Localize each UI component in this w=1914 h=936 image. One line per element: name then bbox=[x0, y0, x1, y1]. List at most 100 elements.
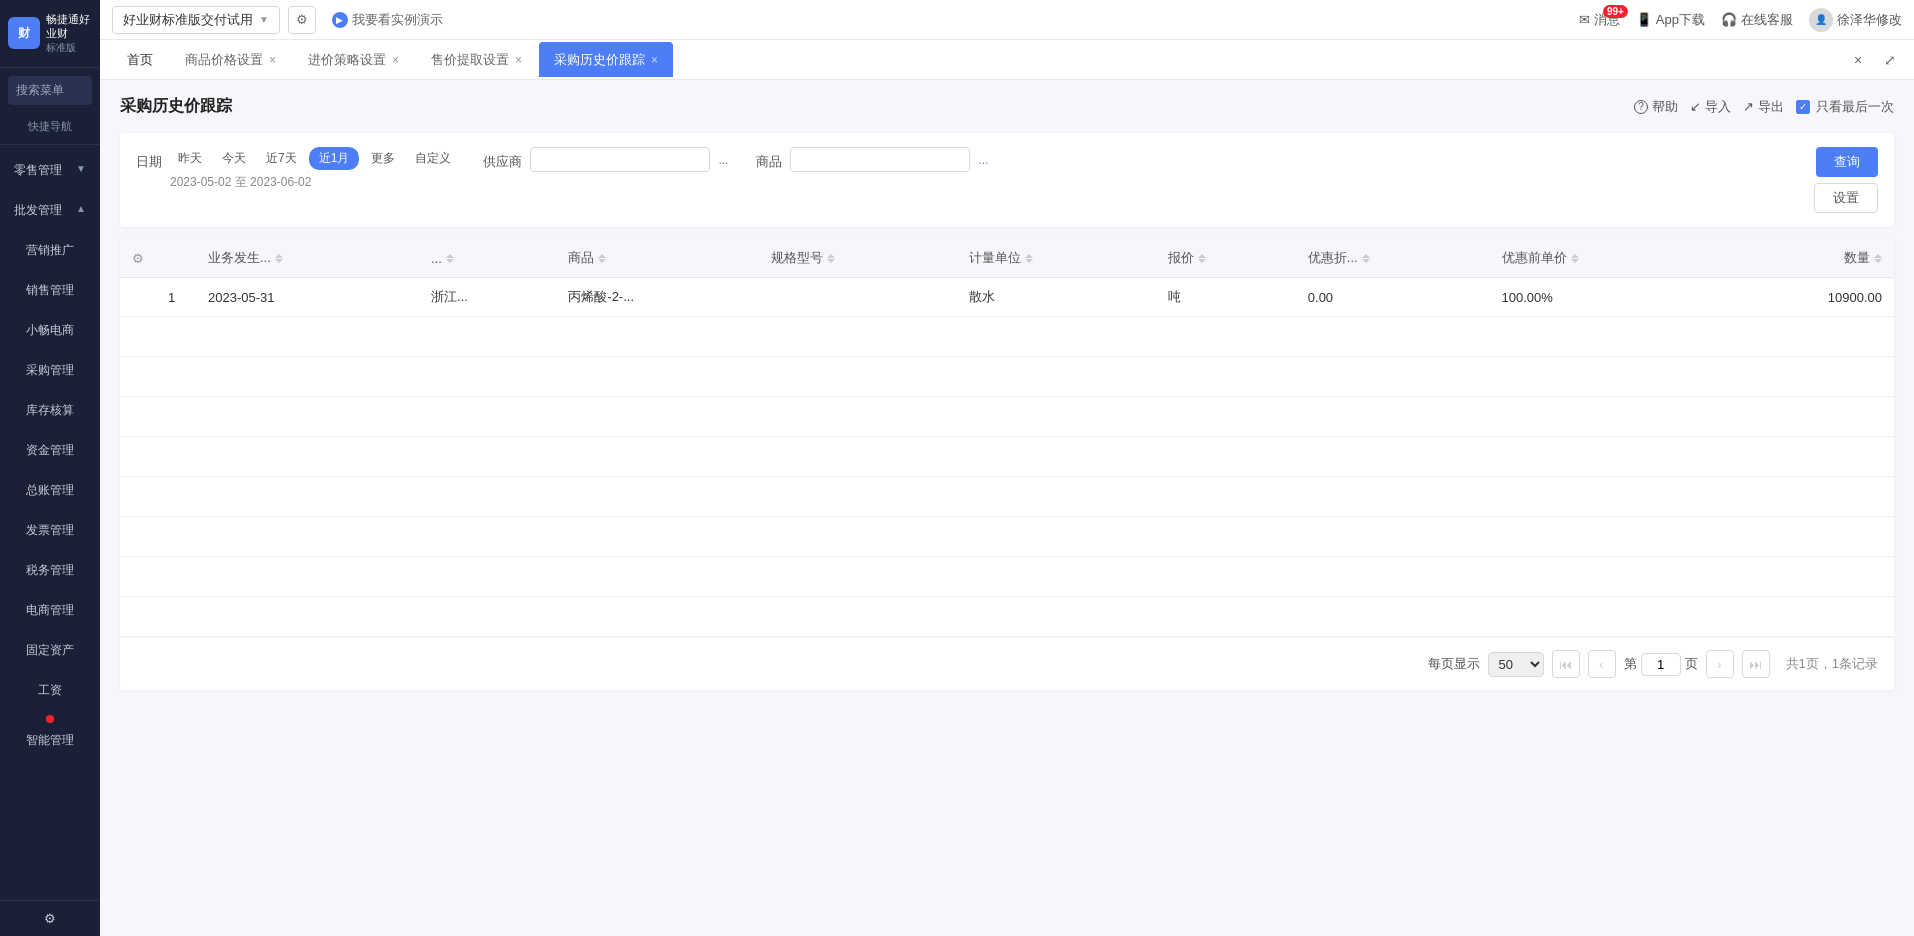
data-table-wrap: ⚙ 业务发生... bbox=[120, 239, 1894, 690]
sidebar-item-invoice[interactable]: 发票管理 bbox=[0, 509, 100, 549]
sidebar-item-sales[interactable]: 销售管理 bbox=[0, 269, 100, 309]
tab-sale-price-label: 售价提取设置 bbox=[431, 51, 509, 69]
col-unit-sort[interactable]: 计量单位 bbox=[969, 249, 1033, 267]
date-btn-7days[interactable]: 近7天 bbox=[258, 147, 305, 170]
sidebar-item-quicknav: 快捷导航 bbox=[0, 113, 100, 140]
sidebar-item-purchase[interactable]: 采购管理 bbox=[0, 349, 100, 389]
sidebar-item-smart[interactable]: 智能管理 bbox=[0, 709, 100, 759]
goods-input[interactable] bbox=[790, 147, 970, 172]
date-btn-yesterday[interactable]: 昨天 bbox=[170, 147, 210, 170]
col-unit-header[interactable]: 计量单位 bbox=[957, 239, 1156, 278]
only-last-checkbox[interactable] bbox=[1796, 100, 1810, 114]
quote-sort-icon bbox=[1198, 254, 1206, 263]
pagination-next-btn[interactable]: › bbox=[1706, 650, 1734, 678]
per-page-select[interactable]: 50 20 100 200 bbox=[1488, 652, 1544, 677]
col-goods-header[interactable]: 商品 bbox=[556, 239, 758, 278]
sidebar-item-marketing[interactable]: 营销推广 bbox=[0, 229, 100, 269]
filter-settings-button[interactable]: 设置 bbox=[1814, 183, 1878, 213]
row-unit-cell: 散水 bbox=[957, 278, 1156, 317]
tab-sale-price[interactable]: 售价提取设置 × bbox=[416, 42, 537, 77]
page-number-input[interactable] bbox=[1641, 653, 1681, 676]
tab-home[interactable]: 首页 bbox=[112, 42, 168, 77]
app-logo-text: 畅捷通好业财 标准版 bbox=[46, 12, 92, 55]
sidebar-item-general-ledger[interactable]: 总账管理 bbox=[0, 469, 100, 509]
date-btn-1month[interactable]: 近1月 bbox=[309, 147, 360, 170]
col-goods-sort[interactable]: 商品 bbox=[568, 249, 606, 267]
topbar-settings-button[interactable]: ⚙ bbox=[288, 6, 316, 34]
query-button[interactable]: 查询 bbox=[1816, 147, 1878, 177]
table-row-empty-7 bbox=[120, 557, 1894, 597]
col-spec-sort[interactable]: 规格型号 bbox=[771, 249, 835, 267]
sidebar-item-inventory[interactable]: 库存核算 bbox=[0, 389, 100, 429]
sidebar-item-payroll[interactable]: 工资 bbox=[0, 669, 100, 709]
tab-right-controls: × ⤢ bbox=[1846, 48, 1902, 72]
sidebar-item-fixed-assets[interactable]: 固定资产 bbox=[0, 629, 100, 669]
edition-selector[interactable]: 好业财标准版交付试用 ▼ bbox=[112, 6, 280, 34]
sidebar-item-tax[interactable]: 税务管理 bbox=[0, 549, 100, 589]
unit-sort-icon bbox=[1025, 254, 1033, 263]
sidebar-item-wholesale[interactable]: 批发管理 ▲ bbox=[0, 189, 100, 229]
avatar: 👤 bbox=[1809, 8, 1833, 32]
pagination-last-btn[interactable]: ⏭ bbox=[1742, 650, 1770, 678]
col-pre-discount-header[interactable]: 优惠前单价 bbox=[1490, 239, 1718, 278]
row-seq-cell: 1 bbox=[156, 278, 196, 317]
col-bizdate-header[interactable]: 业务发生... bbox=[196, 239, 419, 278]
app-download-button[interactable]: 📱 App下载 bbox=[1636, 11, 1705, 29]
tab-sale-price-close[interactable]: × bbox=[515, 53, 522, 67]
goods-input-wrap: ... bbox=[790, 147, 992, 172]
message-button[interactable]: ✉ 消息 99+ bbox=[1579, 11, 1620, 29]
col-quote-header[interactable]: 报价 bbox=[1156, 239, 1296, 278]
tab-price[interactable]: 商品价格设置 × bbox=[170, 42, 291, 77]
sidebar-item-retail[interactable]: 零售管理 ▼ bbox=[0, 149, 100, 189]
col-spec-header[interactable]: 规格型号 bbox=[759, 239, 958, 278]
col-bizdate-sort[interactable]: 业务发生... bbox=[208, 249, 283, 267]
col-quote-sort[interactable]: 报价 bbox=[1168, 249, 1206, 267]
date-btn-more[interactable]: 更多 bbox=[363, 147, 403, 170]
row-spec-cell bbox=[759, 278, 958, 317]
import-button[interactable]: ↙ 导入 bbox=[1690, 98, 1731, 116]
col-pre-discount-sort[interactable]: 优惠前单价 bbox=[1502, 249, 1579, 267]
sidebar-settings-button[interactable]: ⚙ bbox=[0, 901, 100, 936]
pagination-page-info: 第 页 bbox=[1624, 653, 1698, 676]
tabbar: 首页 商品价格设置 × 进价策略设置 × 售价提取设置 × 采购历史价跟踪 × … bbox=[100, 40, 1914, 80]
sidebar-item-ecommerce-small[interactable]: 小畅电商 bbox=[0, 309, 100, 349]
pagination-first-btn[interactable]: ⏮ bbox=[1552, 650, 1580, 678]
table-settings-icon[interactable]: ⚙ bbox=[132, 251, 144, 266]
table-row-empty-3 bbox=[120, 397, 1894, 437]
export-button[interactable]: ↗ 导出 bbox=[1743, 98, 1784, 116]
goods-more-button[interactable]: ... bbox=[974, 149, 992, 171]
col-qty-sort[interactable]: 数量 bbox=[1844, 249, 1882, 267]
discount-sort-icon bbox=[1362, 254, 1370, 263]
col-discount-sort[interactable]: 优惠折... bbox=[1308, 249, 1370, 267]
sidebar-item-ecommerce[interactable]: 电商管理 bbox=[0, 589, 100, 629]
date-btn-custom[interactable]: 自定义 bbox=[407, 147, 459, 170]
tab-price-close[interactable]: × bbox=[269, 53, 276, 67]
import-icon: ↙ bbox=[1690, 99, 1701, 114]
tab-fullscreen-button[interactable]: ⤢ bbox=[1878, 48, 1902, 72]
tab-strategy[interactable]: 进价策略设置 × bbox=[293, 42, 414, 77]
user-profile-button[interactable]: 👤 徐泽华修改 bbox=[1809, 8, 1902, 32]
pagination-prev-btn[interactable]: ‹ bbox=[1588, 650, 1616, 678]
tab-strategy-close[interactable]: × bbox=[392, 53, 399, 67]
tab-history[interactable]: 采购历史价跟踪 × bbox=[539, 42, 673, 77]
online-service-button[interactable]: 🎧 在线客服 bbox=[1721, 11, 1793, 29]
col-discount-header[interactable]: 优惠折... bbox=[1296, 239, 1490, 278]
row-settings-cell bbox=[120, 278, 156, 317]
col-qty-header[interactable]: 数量 bbox=[1717, 239, 1894, 278]
sidebar-search-button[interactable]: 搜索菜单 bbox=[8, 76, 92, 105]
sidebar-logo: 财 畅捷通好业财 标准版 bbox=[0, 0, 100, 68]
page-label: 第 bbox=[1624, 655, 1637, 673]
tab-history-close[interactable]: × bbox=[651, 53, 658, 67]
supplier-input[interactable] bbox=[530, 147, 710, 172]
supplier-more-button[interactable]: ... bbox=[714, 149, 732, 171]
date-btn-today[interactable]: 今天 bbox=[214, 147, 254, 170]
col-more1-sort[interactable]: ... bbox=[431, 251, 454, 266]
tab-close-all-button[interactable]: × bbox=[1846, 48, 1870, 72]
chevron-up-icon: ▲ bbox=[76, 203, 86, 214]
col-more1-header[interactable]: ... bbox=[419, 239, 556, 278]
help-button[interactable]: ? 帮助 bbox=[1634, 98, 1678, 116]
demo-button[interactable]: ▶ 我要看实例演示 bbox=[332, 11, 443, 29]
table-row-empty-4 bbox=[120, 437, 1894, 477]
sidebar-item-finance[interactable]: 资金管理 bbox=[0, 429, 100, 469]
only-last-filter[interactable]: 只看最后一次 bbox=[1796, 98, 1894, 116]
